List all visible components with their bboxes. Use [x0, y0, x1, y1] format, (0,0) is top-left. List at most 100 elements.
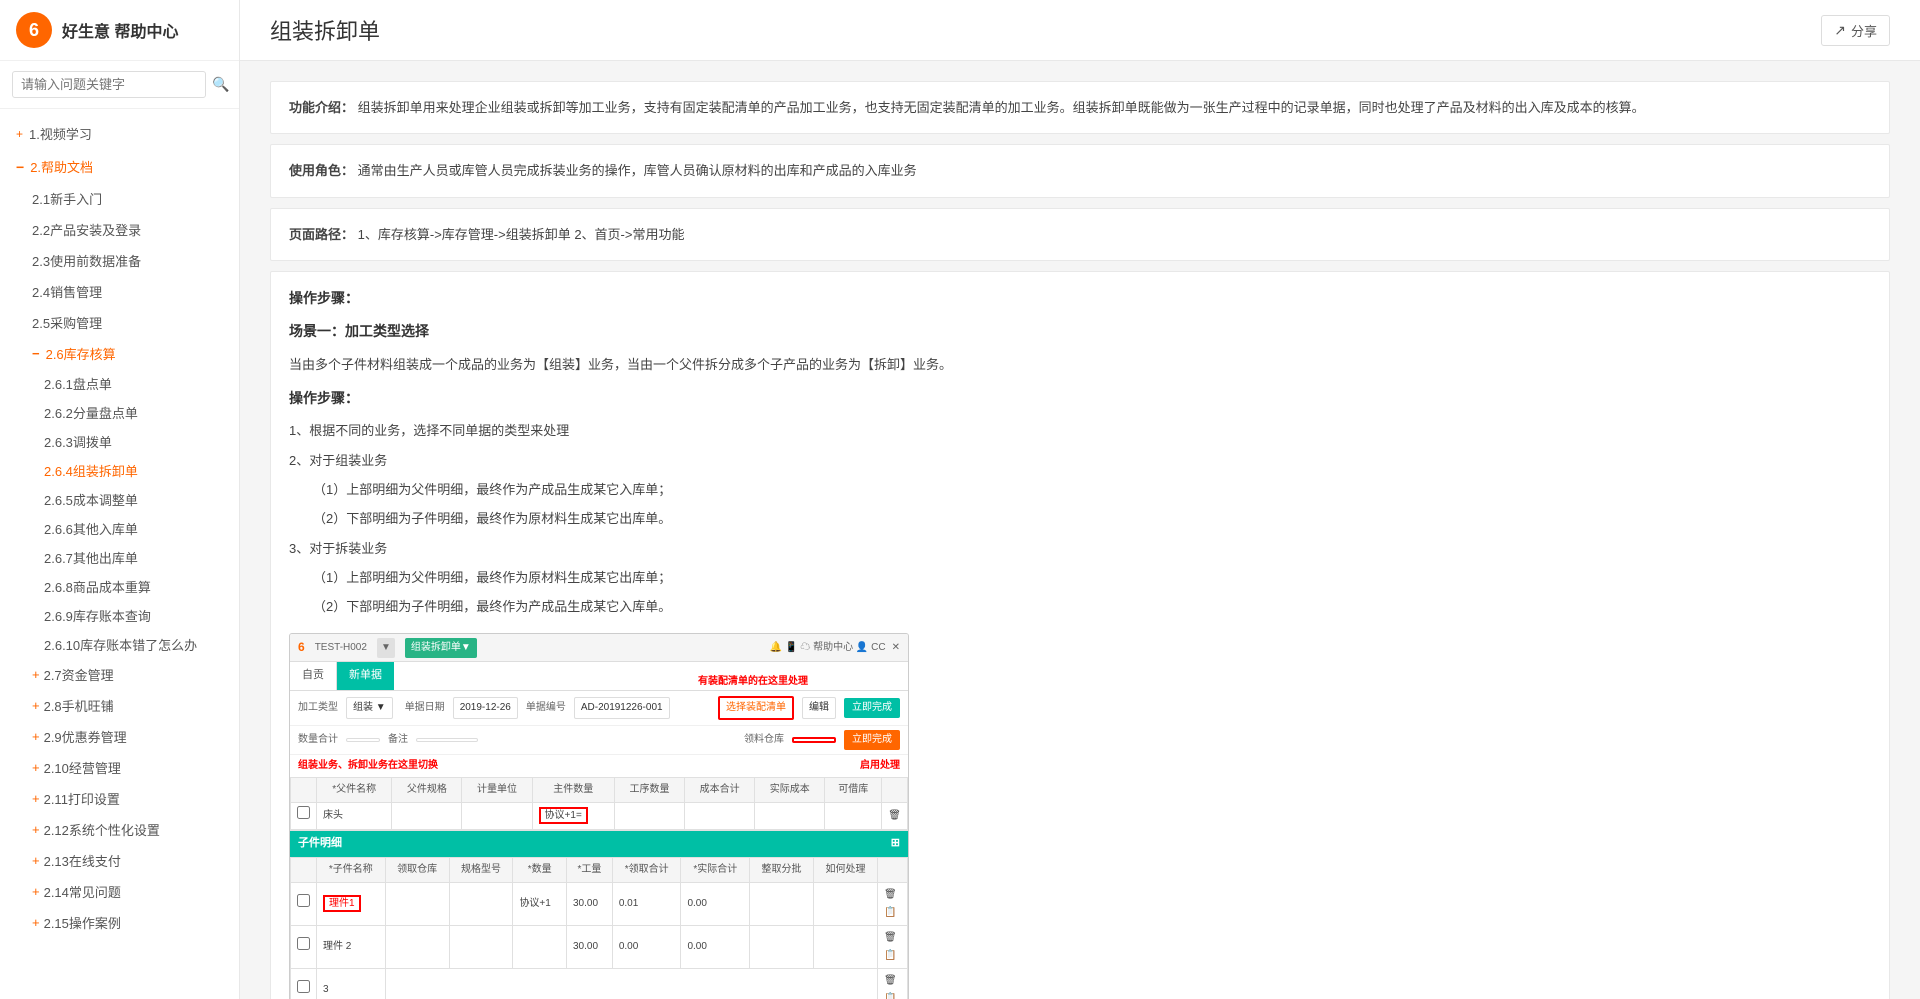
child-checkbox-1[interactable] — [297, 894, 310, 907]
sidebar-item-assembly[interactable]: 2.6.4组装拆卸单 — [0, 456, 239, 485]
mock-date-label: 单据日期 — [405, 699, 445, 717]
mock-child-header: 子件明细 ⊞ — [290, 831, 908, 857]
screenshot-mock: 6 TEST-H002 ▼ 组装拆卸单▼ 🔔 📱 ☁ 帮助中心 👤 CC ✕ 自… — [290, 634, 908, 999]
sidebar-item-ledger-query[interactable]: 2.6.9库存账本查询 — [0, 601, 239, 630]
annotation-assembly: 有装配清单的在这里处理 — [698, 673, 808, 691]
td-actual — [755, 803, 825, 830]
sidebar-item-mobile[interactable]: +2.8手机旺铺 — [0, 690, 239, 721]
th-proc-qty: 工序数量 — [614, 778, 684, 803]
mock-wh-val[interactable] — [792, 737, 836, 743]
mock-code-label: 单据编号 — [526, 699, 566, 717]
th-cost-total: 成本合计 — [685, 778, 755, 803]
app-name: 好生意 帮助中心 — [62, 18, 178, 42]
step3: 3、对于拆装业务 — [289, 537, 1871, 560]
td-spec — [392, 803, 462, 830]
minus-icon: − — [16, 159, 24, 175]
sidebar-item-stocktake[interactable]: 2.6.1盘点单 — [0, 369, 239, 398]
mock-tab-new[interactable]: 新单据 — [337, 662, 394, 690]
step2-1: （1）上部明细为父件明细，最终作为产成品生成某它入库单； — [289, 478, 1871, 501]
sidebar-item-video[interactable]: + 1.视频学习 — [0, 117, 239, 150]
path-text: 页面路径： 1、库存核算->库存管理->组装拆卸单 2、首页->常用功能 — [289, 223, 1871, 246]
child-checkbox-2[interactable] — [297, 937, 310, 950]
mock-type-label: 加工类型 — [298, 699, 338, 717]
child-detail-table: *子件名称 领取仓库 规格型号 *数量 *工量 *领取合计 *实际合计 整取分批… — [290, 857, 908, 999]
sidebar-item-coupon[interactable]: +2.9优惠券管理 — [0, 721, 239, 752]
mock-type-select[interactable]: 组装 ▼ — [346, 697, 393, 719]
sidebar-item-purchase[interactable]: 2.5采购管理 — [0, 307, 239, 338]
sidebar-item-sales[interactable]: 2.4销售管理 — [0, 276, 239, 307]
mock-tabbar: 自贡 新单据 — [290, 662, 908, 691]
sidebar-item-ops[interactable]: +2.10经营管理 — [0, 752, 239, 783]
mock-confirm-btn[interactable]: 立即完成 — [844, 698, 900, 718]
search-button[interactable]: 🔍 — [212, 76, 229, 93]
mock-apply-btn[interactable]: 立即完成 — [844, 730, 900, 750]
th-c-name: *子件名称 — [317, 858, 386, 883]
child-row-1: 理件1 协议+1 30.00 0.01 0.00 🗑 📋 — [291, 883, 908, 926]
td-name: 床头 — [317, 803, 392, 830]
scene1-title: 场景一：加工类型选择 — [289, 319, 1871, 344]
mock-titlebar: 6 TEST-H002 ▼ 组装拆卸单▼ 🔔 📱 ☁ 帮助中心 👤 CC ✕ — [290, 634, 908, 663]
intro-text: 功能介绍： 组装拆卸单用来处理企业组装或拆卸等加工业务，支持有固定装配清单的产品… — [289, 96, 1871, 119]
mock-wh-label: 领料仓库 — [744, 731, 784, 749]
th-c-spec: 规格型号 — [449, 858, 513, 883]
role-text: 使用角色： 通常由生产人员或库管人员完成拆装业务的操作，库管人员确认原材料的出库… — [289, 159, 1871, 182]
td-proc-qty — [614, 803, 684, 830]
annotation-enable: 启用处理 — [860, 757, 900, 775]
ops-title: 操作步骤： — [289, 286, 1871, 311]
sidebar-item-other-out[interactable]: 2.6.7其他出库单 — [0, 543, 239, 572]
th-unit: 计量单位 — [462, 778, 532, 803]
step2: 2、对于组装业务 — [289, 449, 1871, 472]
mock-parent-table: *父件名称 父件规格 计量单位 主件数量 工序数量 成本合计 实际成本 可借库 — [290, 777, 908, 831]
search-input[interactable] — [12, 71, 206, 98]
sidebar-item-payment[interactable]: +2.13在线支付 — [0, 845, 239, 876]
th-c-get-total: *领取合计 — [612, 858, 681, 883]
th-c-action: 如何处理 — [814, 858, 878, 883]
sidebar-item-inventory[interactable]: − 2.6库存核算 — [0, 338, 239, 369]
sidebar-item-docs[interactable]: − 2.帮助文档 — [0, 150, 239, 183]
mock-tab-home[interactable]: 自贡 — [290, 662, 337, 690]
mock-icons: 🔔 📱 ☁ 帮助中心 👤 CC — [770, 639, 886, 657]
th-parent-spec: 父件规格 — [392, 778, 462, 803]
search-box: 🔍 — [0, 61, 239, 109]
row-checkbox[interactable] — [297, 806, 310, 819]
share-button[interactable]: ↗ 分享 — [1821, 15, 1890, 46]
mock-child-table: *子件名称 领取仓库 规格型号 *数量 *工量 *领取合计 *实际合计 整取分批… — [290, 857, 908, 999]
sidebar-item-faq[interactable]: +2.14常见问题 — [0, 876, 239, 907]
step2-2: （2）下部明细为子件明细，最终作为原材料生成某它出库单。 — [289, 507, 1871, 530]
main-content: 组装拆卸单 ↗ 分享 功能介绍： 组装拆卸单用来处理企业组装或拆卸等加工业务，支… — [240, 0, 1920, 999]
sidebar-item-transfer[interactable]: 2.6.3调拨单 — [0, 427, 239, 456]
sidebar-item-partial-stocktake[interactable]: 2.6.2分量盘点单 — [0, 398, 239, 427]
sidebar-item-data-prep[interactable]: 2.3使用前数据准备 — [0, 245, 239, 276]
child-section-label: 子件明细 — [298, 834, 342, 854]
mock-remark-val — [416, 738, 478, 742]
mock-remark-label: 备注 — [388, 731, 408, 749]
sidebar-item-cost-adjust[interactable]: 2.6.5成本调整单 — [0, 485, 239, 514]
sidebar-item-install[interactable]: 2.2产品安装及登录 — [0, 214, 239, 245]
mock-top-right: 🔔 📱 ☁ 帮助中心 👤 CC ✕ — [770, 639, 900, 657]
th-c-ops — [878, 858, 908, 883]
sidebar-item-other-in[interactable]: 2.6.6其他入库单 — [0, 514, 239, 543]
sidebar-item-settings[interactable]: +2.12系统个性化设置 — [0, 814, 239, 845]
th-c-qty: *数量 — [513, 858, 567, 883]
sidebar-item-print[interactable]: +2.11打印设置 — [0, 783, 239, 814]
sidebar-item-cost-recalc[interactable]: 2.6.8商品成本重算 — [0, 572, 239, 601]
parent-row-1: 床头 协议+1= 🗑 — [291, 803, 908, 830]
role-card: 使用角色： 通常由生产人员或库管人员完成拆装业务的操作，库管人员确认原材料的出库… — [270, 144, 1890, 197]
sidebar-item-ledger-fix[interactable]: 2.6.10库存账本错了怎么办 — [0, 630, 239, 659]
page-title: 组装拆卸单 — [270, 14, 380, 46]
intro-card: 功能介绍： 组装拆卸单用来处理企业组装或拆卸等加工业务，支持有固定装配清单的产品… — [270, 81, 1890, 134]
mock-assembly-btn[interactable]: 选择装配清单 — [718, 696, 794, 720]
mock-qty-label: 数量合计 — [298, 731, 338, 749]
th-c-batch: 整取分批 — [750, 858, 814, 883]
mock-company: TEST-H002 — [315, 639, 367, 657]
ops-steps-label: 操作步骤： — [289, 386, 1871, 411]
mock-form: 加工类型 组装 ▼ 单据日期 2019-12-26 单据编号 AD-201912… — [290, 691, 908, 726]
scene1-desc: 当由多个子件材料组装成一个成品的业务为【组装】业务，当由一个父件拆分成多个子产品… — [289, 353, 1871, 376]
sidebar-item-cases[interactable]: +2.15操作案例 — [0, 907, 239, 938]
child-row-3: 3🗑 📋 — [291, 969, 908, 999]
sidebar-item-beginner[interactable]: 2.1新手入门 — [0, 183, 239, 214]
child-expand-icon[interactable]: ⊞ — [891, 834, 900, 854]
mock-edit-btn[interactable]: 编辑 — [802, 697, 836, 719]
annotation-type: 组装业务、拆卸业务在这里切换 — [298, 757, 438, 775]
sidebar-item-finance[interactable]: +2.7资金管理 — [0, 659, 239, 690]
